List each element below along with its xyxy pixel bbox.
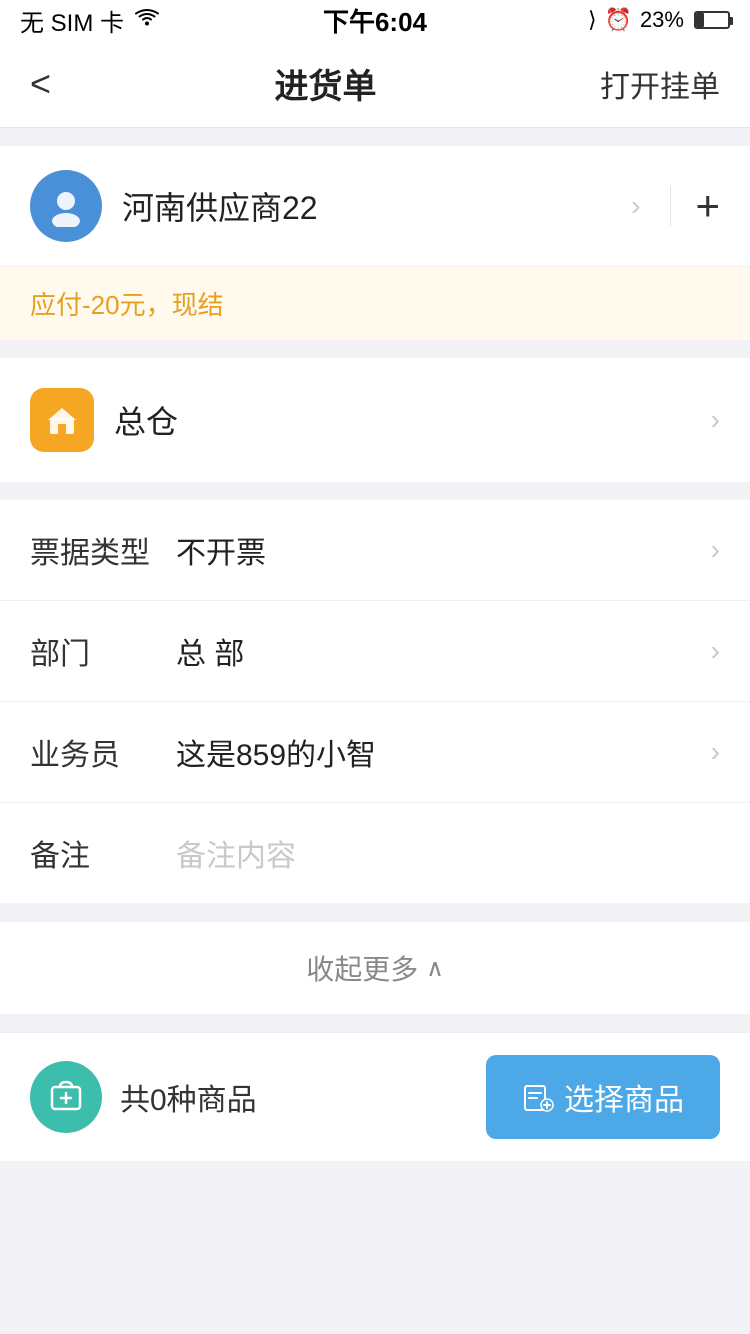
supplier-divider [670,186,671,226]
remark-label: 备注 [30,831,160,875]
collapse-chevron-icon: ∧ [426,954,444,983]
invoice-type-row[interactable]: 票据类型 不开票 › [0,500,750,601]
warehouse-label: 总仓 [114,397,711,443]
select-product-label: 选择商品 [564,1075,684,1119]
form-card: 票据类型 不开票 › 部门 总 部 › 业务员 这是859的小智 › 备注 备注… [0,500,750,903]
time-label: 下午6:04 [323,2,427,39]
warehouse-card: 总仓 › [0,358,750,482]
department-chevron-icon: › [711,635,720,667]
salesperson-label: 业务员 [30,730,160,774]
select-product-button[interactable]: 选择商品 [486,1055,720,1139]
notice-row: 应付-20元，现结 [0,267,750,340]
supplier-row[interactable]: 河南供应商22 › + [0,146,750,267]
collapse-row[interactable]: 收起更多 ∧ [0,921,750,1014]
product-bar: 共0种商品 选择商品 [0,1032,750,1161]
status-left: 无 SIM 卡 [20,3,162,38]
remark-row[interactable]: 备注 备注内容 [0,803,750,903]
remark-value[interactable]: 备注内容 [176,831,720,875]
add-button[interactable]: + [695,182,720,230]
warehouse-chevron-icon: › [711,404,720,436]
location-icon: ⟩ [588,7,597,33]
department-label: 部门 [30,629,160,673]
content-area: 河南供应商22 › + 应付-20元，现结 总仓 › 票据类型 [0,128,750,1161]
carrier-label: 无 SIM 卡 [20,3,124,38]
invoice-type-value: 不开票 [176,528,711,572]
department-row[interactable]: 部门 总 部 › [0,601,750,702]
warehouse-row[interactable]: 总仓 › [0,358,750,482]
nav-bar: < 进货单 打开挂单 [0,40,750,128]
back-button[interactable]: < [30,63,51,105]
salesperson-value: 这是859的小智 [176,730,711,774]
warehouse-icon-wrap [30,388,94,452]
separator-1 [0,128,750,146]
wifi-icon [132,6,162,34]
notice-text: 应付-20元，现结 [30,290,224,320]
invoice-type-label: 票据类型 [30,528,160,572]
supplier-avatar [30,170,102,242]
department-value: 总 部 [176,629,711,673]
status-bar: 无 SIM 卡 下午6:04 ⟩ ⏰ 23% [0,0,750,40]
invoice-type-chevron-icon: › [711,534,720,566]
open-pending-button[interactable]: 打开挂单 [600,62,720,106]
product-icon-wrap [30,1061,102,1133]
salesperson-row[interactable]: 业务员 这是859的小智 › [0,702,750,803]
alarm-icon: ⏰ [605,7,632,33]
status-right: ⟩ ⏰ 23% [588,7,730,33]
product-count-label: 共0种商品 [120,1075,486,1119]
collapse-label: 收起更多 [306,948,418,988]
supplier-card: 河南供应商22 › + 应付-20元，现结 [0,146,750,340]
salesperson-chevron-icon: › [711,736,720,768]
supplier-name: 河南供应商22 [122,183,631,229]
page-title: 进货单 [275,59,377,108]
supplier-chevron-icon: › [631,190,640,222]
battery-icon [694,11,730,29]
battery-label: 23% [640,7,684,33]
